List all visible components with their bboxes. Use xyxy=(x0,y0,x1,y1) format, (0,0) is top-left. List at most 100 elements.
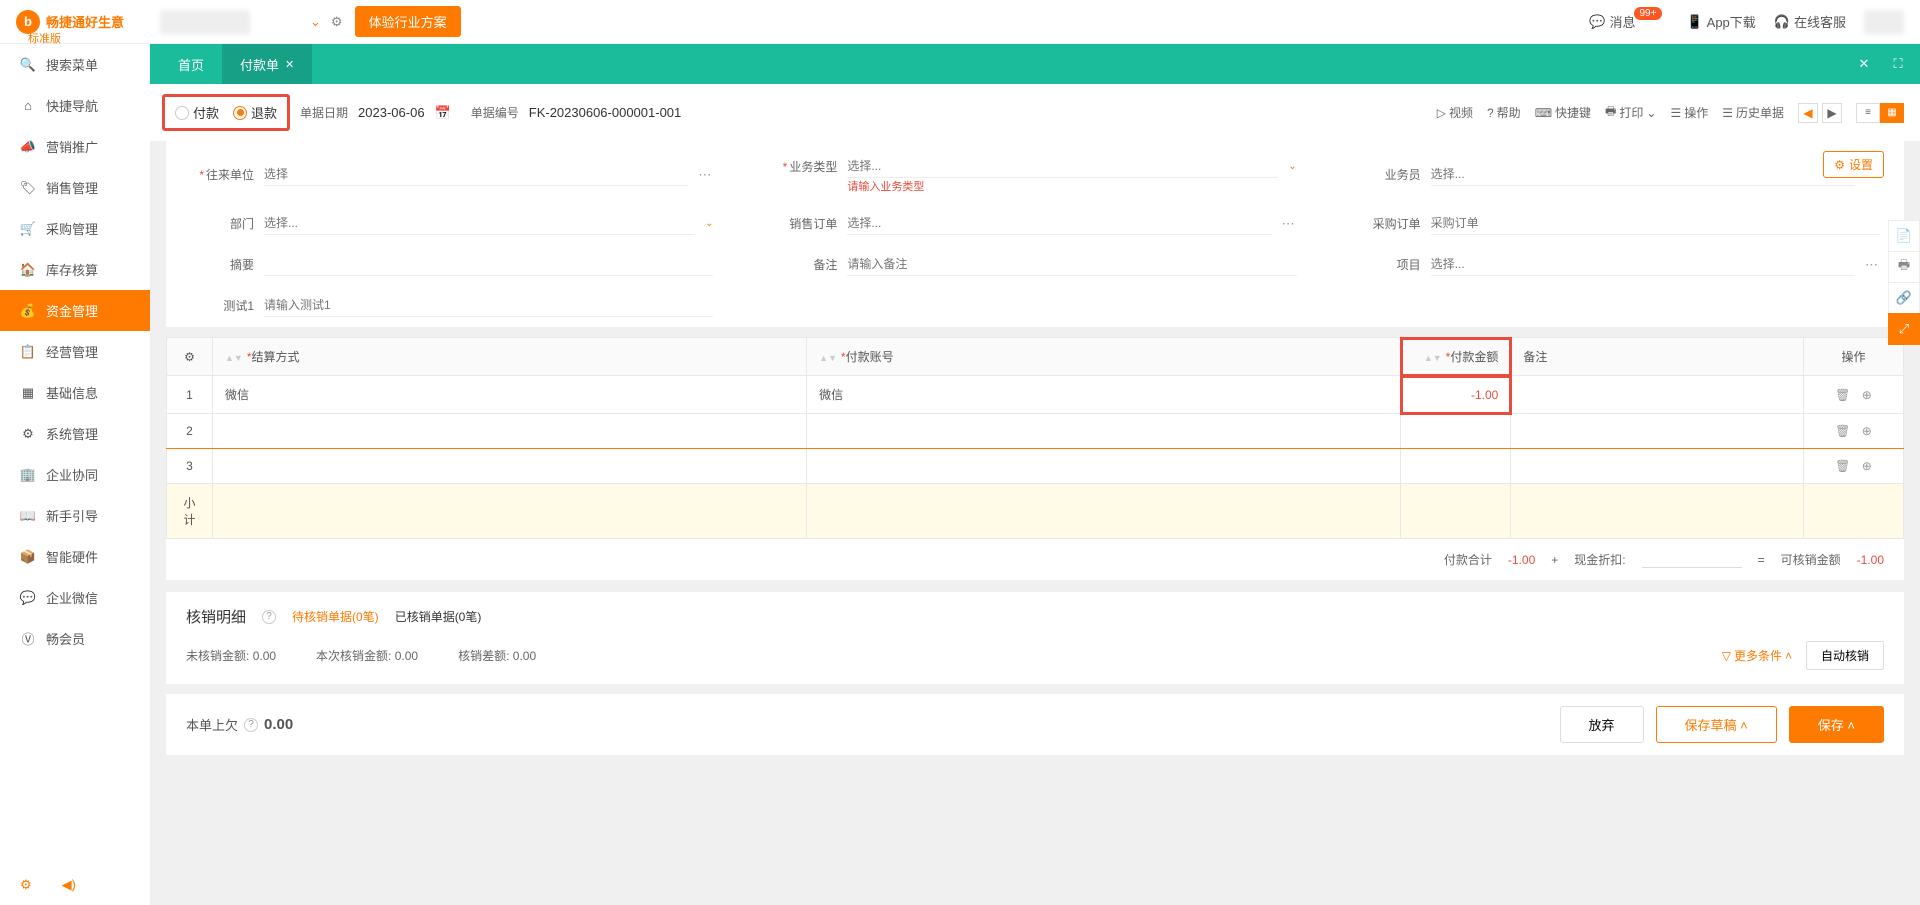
fullscreen-icon[interactable]: ⛶ xyxy=(1886,52,1910,76)
test1-input[interactable] xyxy=(264,294,713,317)
th-remark[interactable]: 备注 xyxy=(1511,338,1804,376)
th-amount[interactable]: ▲▼*付款金额 xyxy=(1401,338,1511,376)
gear-icon[interactable]: ⚙ xyxy=(331,14,343,30)
discard-button[interactable]: 放弃 xyxy=(1560,706,1644,743)
cell-amount[interactable]: -1.00 xyxy=(1401,376,1511,414)
help-link[interactable]: ?帮助 xyxy=(1487,104,1521,121)
cell-settle[interactable] xyxy=(213,449,807,484)
delete-row-icon[interactable]: 🗑 xyxy=(1835,388,1850,402)
view-list-button[interactable]: ≡ xyxy=(1856,103,1880,123)
add-row-icon[interactable]: ⊕ xyxy=(1862,424,1872,438)
cell-amount[interactable] xyxy=(1401,414,1511,449)
org-selector[interactable]: ⌄ xyxy=(310,14,321,30)
dept-input[interactable] xyxy=(264,212,695,235)
video-link[interactable]: ▷视频 xyxy=(1437,104,1473,121)
collapse-icon[interactable]: ◀) xyxy=(62,877,76,893)
calendar-icon[interactable]: 📅 xyxy=(435,105,451,121)
add-row-icon[interactable]: ⊕ xyxy=(1862,459,1872,473)
more-icon[interactable]: ⋯ xyxy=(698,167,713,183)
sidebar-item[interactable]: 🔍搜索菜单 xyxy=(0,44,150,85)
float-note-icon[interactable]: 📄 xyxy=(1888,220,1920,252)
tab-close-all-icon[interactable]: ✕ xyxy=(1852,52,1876,76)
sidebar-item[interactable]: 🏠库存核算 xyxy=(0,249,150,290)
remark-input[interactable] xyxy=(847,253,1296,276)
clerk-input[interactable] xyxy=(1431,163,1855,186)
doc-date-value[interactable]: 2023-06-06 xyxy=(358,105,425,120)
th-gear[interactable]: ⚙ xyxy=(167,338,213,376)
chevron-down-icon[interactable]: ⌄ xyxy=(705,218,713,229)
th-account[interactable]: ▲▼*付款账号 xyxy=(807,338,1401,376)
sidebar-item[interactable]: 🏷销售管理 xyxy=(0,167,150,208)
messages-link[interactable]: 💬 消息 99+ xyxy=(1589,12,1668,31)
save-button[interactable]: 保存 ˄ xyxy=(1789,706,1884,743)
summary-input[interactable] xyxy=(264,253,713,276)
partner-input[interactable] xyxy=(264,163,688,186)
sidebar-item[interactable]: 📣营销推广 xyxy=(0,126,150,167)
sidebar-item[interactable]: 💬企业微信 xyxy=(0,577,150,618)
sidebar-item[interactable]: ▦基础信息 xyxy=(0,372,150,413)
radio-pay[interactable]: 付款 xyxy=(175,103,219,122)
sidebar-item[interactable]: ⚙系统管理 xyxy=(0,413,150,454)
app-download-link[interactable]: 📱 App下载 xyxy=(1686,12,1755,31)
user-avatar-blurred[interactable] xyxy=(1864,10,1904,34)
add-row-icon[interactable]: ⊕ xyxy=(1862,388,1872,402)
print-link[interactable]: 🖶打印⌄ xyxy=(1605,102,1656,123)
radio-refund[interactable]: 退款 xyxy=(233,103,277,122)
sidebar-item[interactable]: 📖新手引导 xyxy=(0,495,150,536)
cell-account[interactable]: 微信 xyxy=(807,376,1401,414)
sidebar-item[interactable]: 📦智能硬件 xyxy=(0,536,150,577)
sidebar-item-label: 经营管理 xyxy=(46,342,98,361)
cell-amount[interactable] xyxy=(1401,449,1511,484)
next-doc-button[interactable]: ▶ xyxy=(1822,103,1842,123)
sidebar-item[interactable]: ⌂快捷导航 xyxy=(0,85,150,126)
delete-row-icon[interactable]: 🗑 xyxy=(1835,424,1850,438)
support-link[interactable]: 🎧 在线客服 xyxy=(1774,12,1846,31)
sale-order-input[interactable] xyxy=(847,212,1271,235)
tab-payment[interactable]: 付款单 ✕ xyxy=(222,44,312,84)
view-form-button[interactable]: ▦ xyxy=(1880,103,1904,123)
chevron-down-icon[interactable]: ⌄ xyxy=(1288,161,1296,172)
tab-pending[interactable]: 待核销单据(0笔) xyxy=(292,608,379,625)
table-row[interactable]: 1 微信 微信 -1.00 🗑 ⊕ xyxy=(167,376,1904,414)
table-row[interactable]: 3 🗑 ⊕ xyxy=(167,449,1904,484)
cell-account[interactable] xyxy=(807,449,1401,484)
float-expand-icon[interactable]: ⤢ xyxy=(1888,313,1920,345)
cell-remark[interactable] xyxy=(1511,414,1804,449)
sidebar-item[interactable]: Ⓥ畅会员 xyxy=(0,618,150,659)
experience-button[interactable]: 体验行业方案 xyxy=(355,6,461,37)
cell-remark[interactable] xyxy=(1511,449,1804,484)
help-icon[interactable]: ? xyxy=(262,610,276,624)
close-icon[interactable]: ✕ xyxy=(285,58,294,71)
history-link[interactable]: ☰历史单据 xyxy=(1722,104,1784,121)
float-attach-icon[interactable]: 🔗 xyxy=(1888,282,1920,314)
float-print-icon[interactable]: 🖶 xyxy=(1888,251,1920,283)
prev-doc-button[interactable]: ◀ xyxy=(1798,103,1818,123)
more-icon[interactable]: ⋯ xyxy=(1282,216,1297,232)
cell-settle[interactable]: 微信 xyxy=(213,376,807,414)
more-filter-link[interactable]: ▽更多条件˄ xyxy=(1722,647,1792,664)
more-icon[interactable]: ⋯ xyxy=(1865,257,1880,273)
operate-link[interactable]: ☰操作 xyxy=(1670,104,1708,121)
cell-remark[interactable] xyxy=(1511,376,1804,414)
form-settings-button[interactable]: ⚙设置 xyxy=(1823,151,1884,178)
purchase-order-input[interactable] xyxy=(1431,212,1880,235)
sidebar-item[interactable]: 🛒采购管理 xyxy=(0,208,150,249)
th-settle[interactable]: ▲▼*结算方式 xyxy=(213,338,807,376)
help-icon[interactable]: ? xyxy=(244,718,258,732)
auto-writeoff-button[interactable]: 自动核销 xyxy=(1806,641,1884,670)
delete-row-icon[interactable]: 🗑 xyxy=(1835,459,1850,473)
biz-type-input[interactable] xyxy=(847,155,1278,178)
project-input[interactable] xyxy=(1431,253,1855,276)
cell-settle[interactable] xyxy=(213,414,807,449)
shortcut-link[interactable]: ⌨快捷键 xyxy=(1535,104,1591,121)
settings-gear-icon[interactable]: ⚙ xyxy=(20,877,32,893)
save-draft-button[interactable]: 保存草稿 ˄ xyxy=(1656,706,1777,743)
tab-done[interactable]: 已核销单据(0笔) xyxy=(395,608,482,625)
sidebar-item[interactable]: 🏢企业协同 xyxy=(0,454,150,495)
sidebar-item[interactable]: 💰资金管理 xyxy=(0,290,150,331)
tab-home[interactable]: 首页 xyxy=(160,44,222,84)
table-row[interactable]: 2 🗑 ⊕ xyxy=(167,414,1904,449)
cash-discount-input[interactable] xyxy=(1642,552,1742,568)
sidebar-item[interactable]: 📋经营管理 xyxy=(0,331,150,372)
cell-account[interactable] xyxy=(807,414,1401,449)
